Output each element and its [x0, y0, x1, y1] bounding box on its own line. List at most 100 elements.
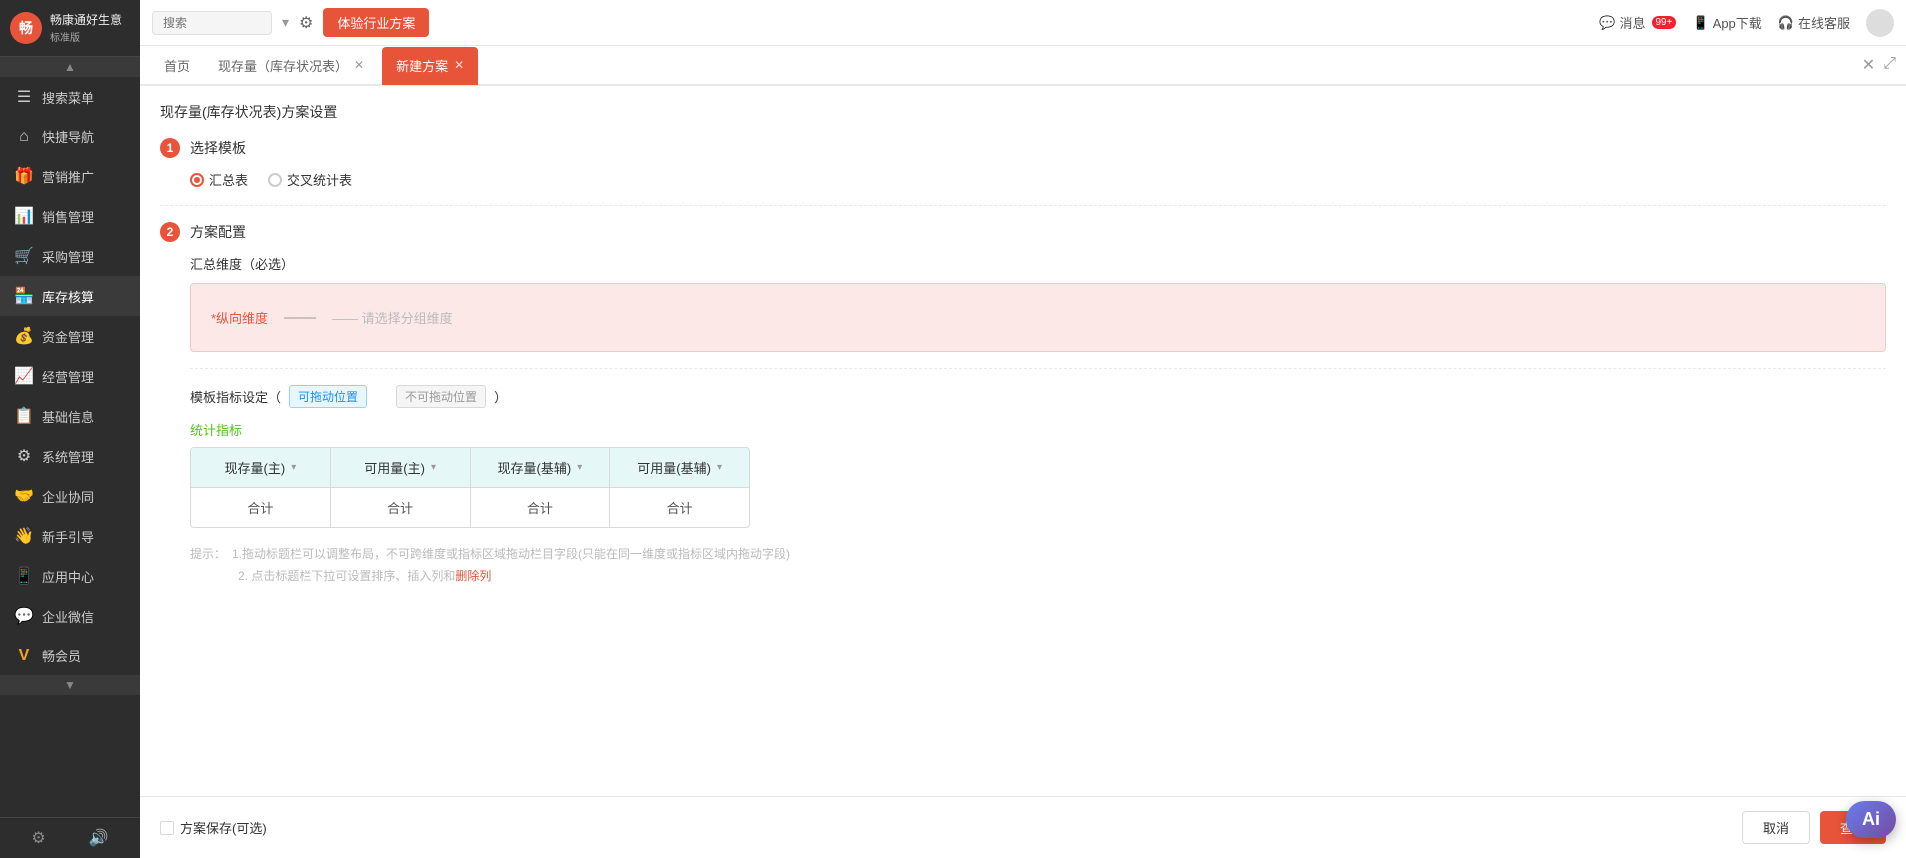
stats-col-0-label: 现存量(主) — [225, 458, 286, 477]
stats-table: 现存量(主) ▾ 可用量(主) ▾ 现存量(基辅) ▾ — [190, 447, 750, 528]
main-area: ▾ ⚙ 体验行业方案 💬 消息 99+ 📱 App下载 🎧 在线客服 首页 — [140, 0, 1906, 858]
radio-cross[interactable]: 交叉统计表 — [268, 170, 352, 189]
save-option[interactable]: 方案保存(可选) — [160, 818, 267, 837]
tab-expand-controls: ✕ ⤢ — [1862, 55, 1896, 75]
sidebar-scroll-down[interactable]: ▼ — [0, 675, 140, 695]
member-icon: V — [14, 647, 34, 665]
sidebar-item-basic-info[interactable]: 📋 基础信息 — [0, 396, 140, 436]
stats-col-3-dropdown[interactable]: ▾ — [717, 462, 722, 473]
indicator-close-paren2: ） — [494, 387, 507, 406]
cancel-button[interactable]: 取消 — [1742, 811, 1810, 844]
dimension-area[interactable]: *纵向维度 —— —— 请选择分组维度 — [190, 283, 1886, 352]
stats-title: 统计指标 — [190, 420, 1886, 439]
stats-col-3[interactable]: 可用量(基辅) ▾ — [610, 448, 749, 487]
settings-icon[interactable]: ⚙ — [31, 828, 45, 848]
tip-2: 2. 点击标题栏下拉可设置排序、插入列和删除列 — [190, 566, 1886, 588]
tab-new-scheme-close-icon[interactable]: ✕ — [454, 58, 464, 72]
ai-badge[interactable]: Ai — [1846, 801, 1896, 838]
save-label: 方案保存(可选) — [180, 818, 267, 837]
radio-summary-label: 汇总表 — [209, 170, 248, 189]
sidebar-item-system[interactable]: ⚙ 系统管理 — [0, 436, 140, 476]
trial-btn[interactable]: 体验行业方案 — [323, 8, 429, 37]
topbar-right: 💬 消息 99+ 📱 App下载 🎧 在线客服 — [1599, 9, 1894, 37]
sidebar-item-finance[interactable]: 💰 资金管理 — [0, 316, 140, 356]
content-area: 现存量(库存状况表)方案设置 1 选择模板 汇总表 交叉统计表 — [140, 86, 1906, 796]
sidebar-item-label: 采购管理 — [42, 247, 94, 266]
stats-col-0-dropdown[interactable]: ▾ — [291, 462, 296, 473]
tab-inventory-status[interactable]: 现存量（库存状况表） ✕ — [204, 47, 378, 85]
stats-col-1[interactable]: 可用量(主) ▾ — [331, 448, 471, 487]
sidebar-item-label: 应用中心 — [42, 567, 94, 586]
sidebar-item-quick-nav[interactable]: ⌂ 快捷导航 — [0, 117, 140, 156]
sidebar-item-member[interactable]: V 畅会员 — [0, 636, 140, 675]
sidebar-item-purchase[interactable]: 🛒 采购管理 — [0, 236, 140, 276]
stats-section: 统计指标 现存量(主) ▾ 可用量(主) ▾ — [190, 420, 1886, 528]
tab-inventory-close-icon[interactable]: ✕ — [354, 58, 364, 72]
stats-col-0[interactable]: 现存量(主) ▾ — [191, 448, 331, 487]
sidebar-item-sales[interactable]: 📊 销售管理 — [0, 196, 140, 236]
sidebar-item-inventory[interactable]: 🏪 库存核算 — [0, 276, 140, 316]
stats-col-1-label: 可用量(主) — [364, 458, 425, 477]
app-center-icon: 📱 — [14, 566, 34, 586]
tips-section: 提示： 1.拖动标题栏可以调整布局，不可跨维度或指标区域拖动栏目字段(只能在同一… — [190, 544, 1886, 587]
sidebar-item-search-menu[interactable]: ☰ 搜索菜单 — [0, 77, 140, 117]
template-radio-group: 汇总表 交叉统计表 — [190, 170, 1886, 189]
tab-new-scheme[interactable]: 新建方案 ✕ — [382, 47, 478, 85]
sales-icon: 📊 — [14, 206, 34, 226]
app-name: 畅康通好生意 — [50, 12, 122, 29]
summary-dim-label: 汇总维度（必选） — [190, 254, 1886, 273]
user-avatar[interactable] — [1866, 9, 1894, 37]
sidebar-item-operation[interactable]: 📈 经营管理 — [0, 356, 140, 396]
indicator-close-paren — [375, 387, 388, 406]
save-checkbox[interactable] — [160, 821, 174, 835]
search-dropdown-icon[interactable]: ▾ — [282, 14, 289, 31]
tabs-bar: 首页 现存量（库存状况表） ✕ 新建方案 ✕ ✕ ⤢ — [140, 46, 1906, 86]
indicator-setting-text: 模板指标设定（ — [190, 387, 281, 406]
stats-col-2-dropdown[interactable]: ▾ — [577, 462, 582, 473]
stats-col-1-dropdown[interactable]: ▾ — [431, 462, 436, 473]
step1-section: 1 选择模板 汇总表 交叉统计表 — [160, 138, 1886, 189]
tab-home[interactable]: 首页 — [150, 47, 204, 85]
volume-icon[interactable]: 🔊 — [89, 828, 109, 848]
expand-icon[interactable]: ⤢ — [1883, 55, 1896, 75]
sidebar-item-label: 营销推广 — [42, 167, 94, 186]
sidebar-item-newbie[interactable]: 👋 新手引导 — [0, 516, 140, 556]
sidebar-item-label: 畅会员 — [42, 646, 81, 665]
stats-data-3: 合计 — [610, 488, 749, 527]
step1-badge: 1 — [160, 138, 180, 158]
sidebar-item-marketing[interactable]: 🎁 营销推广 — [0, 156, 140, 196]
radio-cross-circle — [268, 173, 282, 187]
search-input[interactable] — [152, 11, 272, 35]
sidebar-logo: 畅 畅康通好生意 标准版 — [0, 0, 140, 57]
app-download-item[interactable]: 📱 App下载 — [1692, 13, 1761, 32]
message-item[interactable]: 💬 消息 99+ — [1599, 13, 1676, 32]
step2-content: 汇总维度（必选） *纵向维度 —— —— 请选择分组维度 模板指标设定（ 可拖动… — [160, 254, 1886, 587]
sidebar-item-app-center[interactable]: 📱 应用中心 — [0, 556, 140, 596]
message-icon: 💬 — [1599, 15, 1615, 31]
sidebar-item-wechat[interactable]: 💬 企业微信 — [0, 596, 140, 636]
page-title: 现存量(库存状况表)方案设置 — [160, 102, 1886, 122]
radio-summary-circle — [190, 173, 204, 187]
wechat-icon: 💬 — [14, 606, 34, 626]
sidebar-item-enterprise[interactable]: 🤝 企业协同 — [0, 476, 140, 516]
dimension-dash: —— — [284, 309, 316, 327]
enterprise-icon: 🤝 — [14, 486, 34, 506]
non-draggable-tag: 不可拖动位置 — [396, 385, 486, 408]
sidebar: 畅 畅康通好生意 标准版 ▲ ☰ 搜索菜单 ⌂ 快捷导航 🎁 营销推广 📊 销售… — [0, 0, 140, 858]
close-panel-icon[interactable]: ✕ — [1862, 55, 1875, 75]
search-menu-icon: ☰ — [14, 87, 34, 107]
online-service-item[interactable]: 🎧 在线客服 — [1778, 13, 1850, 32]
gear-icon[interactable]: ⚙ — [299, 13, 313, 33]
headset-icon: 🎧 — [1778, 15, 1794, 31]
tab-inventory-label: 现存量（库存状况表） — [218, 56, 348, 75]
tip-1: 提示： 1.拖动标题栏可以调整布局，不可跨维度或指标区域拖动栏目字段(只能在同一… — [190, 544, 1886, 566]
vertical-dim-label: *纵向维度 — [211, 308, 268, 327]
topbar: ▾ ⚙ 体验行业方案 💬 消息 99+ 📱 App下载 🎧 在线客服 — [140, 0, 1906, 46]
stats-col-2[interactable]: 现存量(基辅) ▾ — [471, 448, 611, 487]
inventory-icon: 🏪 — [14, 286, 34, 306]
radio-summary[interactable]: 汇总表 — [190, 170, 248, 189]
sidebar-item-label: 企业微信 — [42, 607, 94, 626]
step2-badge: 2 — [160, 222, 180, 242]
stats-data-2: 合计 — [471, 488, 611, 527]
sidebar-scroll-up[interactable]: ▲ — [0, 57, 140, 77]
